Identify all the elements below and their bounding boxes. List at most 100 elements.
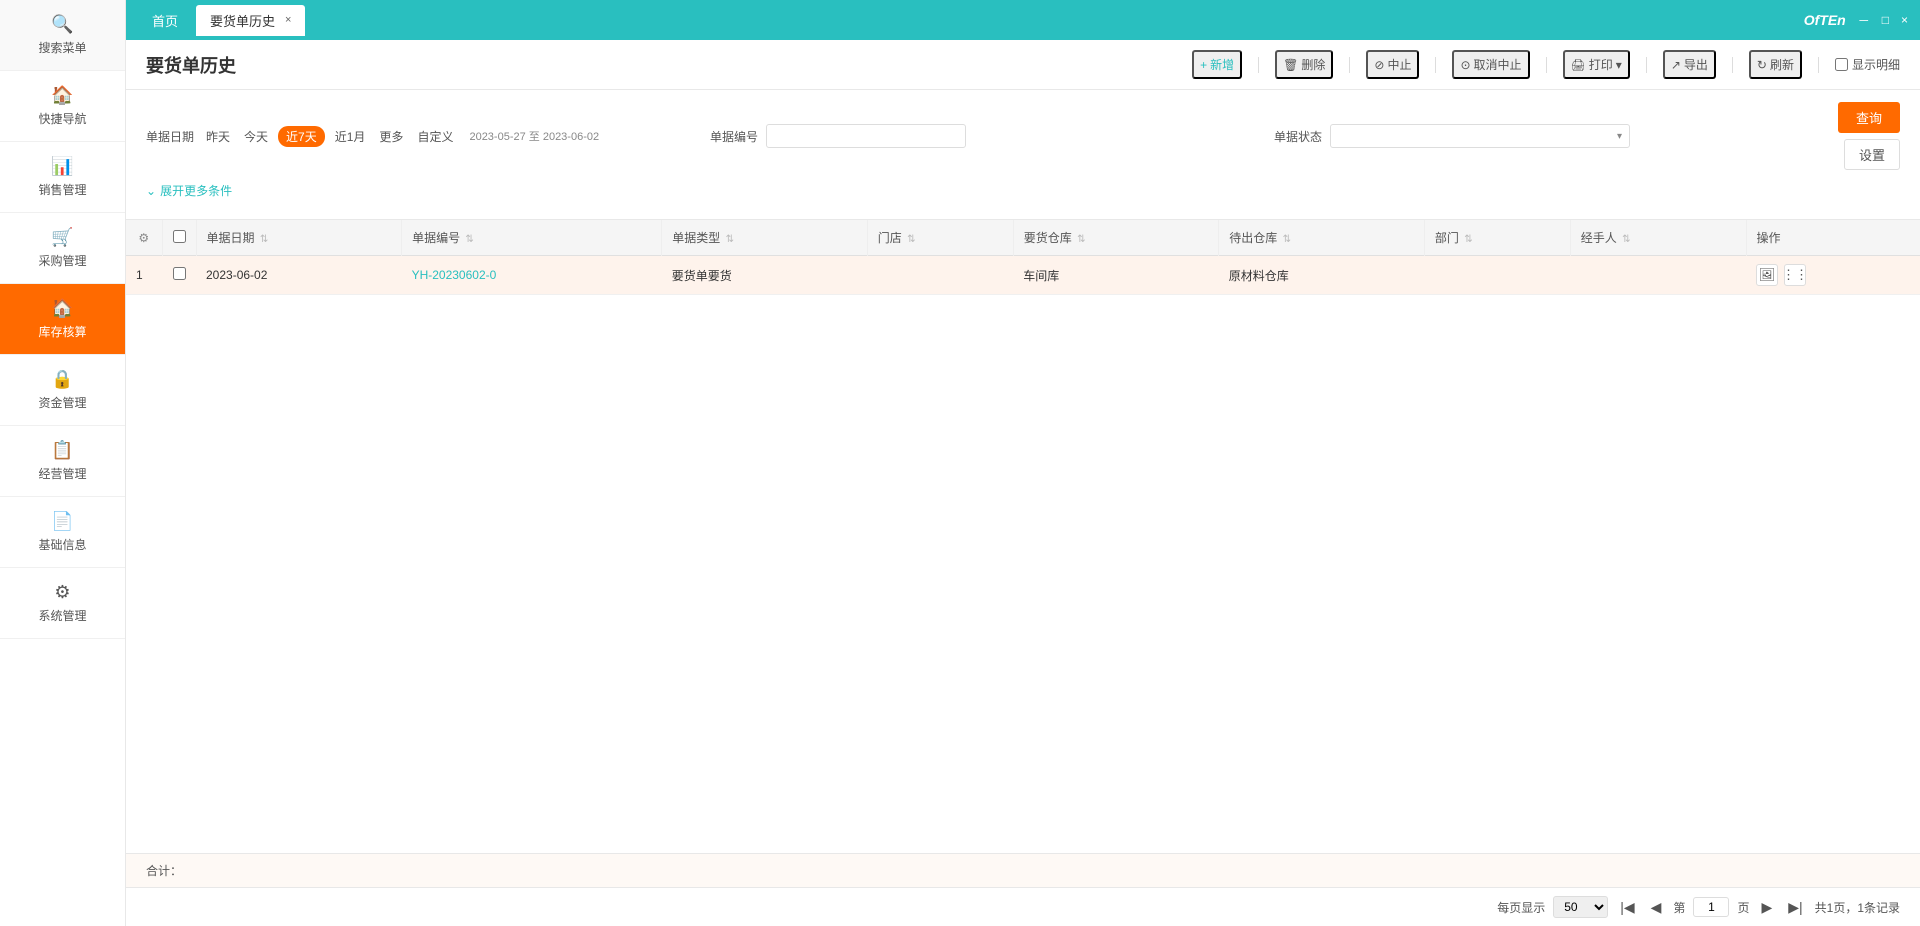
row-index: 1	[126, 256, 162, 295]
th-operations: 操作	[1746, 220, 1920, 256]
sort-icon-handler[interactable]: ⇅	[1622, 234, 1630, 245]
table-settings-th[interactable]: ⚙	[126, 220, 162, 256]
print-button[interactable]: 🖨 打印 ▾	[1563, 50, 1630, 79]
th-department-label: 部门	[1435, 231, 1459, 245]
sidebar-item-label: 经营管理	[38, 465, 86, 482]
row-doc-date: 2023-06-02	[196, 256, 402, 295]
cancel-stop-button[interactable]: ⊙ 取消中止	[1452, 50, 1529, 79]
status-select[interactable]	[1330, 124, 1630, 148]
export-icon: ↗	[1671, 58, 1681, 72]
last-page-btn[interactable]: ▶|	[1784, 897, 1806, 918]
print-icon: 🖨	[1571, 58, 1586, 72]
restore-btn[interactable]: □	[1882, 13, 1889, 27]
sidebar-item-basic-info[interactable]: 📄 基础信息	[0, 497, 125, 568]
date-shortcut-more[interactable]: 更多	[375, 126, 407, 147]
stop-button[interactable]: ⊘ 中止	[1366, 50, 1419, 79]
filter-actions: 查询 设置	[1838, 102, 1900, 170]
sort-icon-req-warehouse[interactable]: ⇅	[1077, 234, 1085, 245]
status-filter-label: 单据状态	[1274, 128, 1322, 145]
show-detail-checkbox[interactable]: 显示明细	[1835, 56, 1900, 73]
page-input[interactable]	[1693, 897, 1729, 917]
filter-row-1: 单据日期 昨天 今天 近7天 近1月 更多 自定义 2023-05-27 至 2…	[146, 102, 1900, 170]
tab-requisition-label: 要货单历史	[210, 11, 275, 30]
sidebar-item-inventory[interactable]: 🏠 库存核算	[0, 284, 125, 355]
settings-button[interactable]: 设置	[1844, 139, 1900, 170]
next-page-btn[interactable]: ▶	[1757, 897, 1776, 918]
search-icon: 🔍	[51, 14, 73, 35]
tab-home-label: 首页	[152, 11, 178, 30]
refresh-button[interactable]: ↻ 刷新	[1749, 50, 1802, 79]
per-page-select[interactable]: 50 100	[1553, 896, 1608, 918]
filter-expand-row: ⌄ 展开更多条件	[146, 178, 1900, 203]
table-row: 1 2023-06-02 YH-20230602-0 要货单要货 车间库 原材料…	[126, 256, 1920, 295]
first-page-btn[interactable]: |◀	[1616, 897, 1638, 918]
select-all-checkbox[interactable]	[173, 230, 186, 243]
th-handler: 经手人 ⇅	[1570, 220, 1746, 256]
close-btn[interactable]: ×	[1901, 13, 1908, 27]
th-req-warehouse-label: 要货仓库	[1024, 231, 1072, 245]
sidebar-item-search[interactable]: 🔍 搜索菜单	[0, 0, 125, 71]
status-filter-group: 单据状态 ▾	[1274, 124, 1818, 148]
date-shortcut-1month[interactable]: 近1月	[331, 126, 370, 147]
goto-label: 第	[1673, 899, 1685, 916]
row-doc-no: YH-20230602-0	[402, 256, 662, 295]
sort-icon-store[interactable]: ⇅	[907, 234, 915, 245]
prev-page-btn[interactable]: ◀	[1647, 897, 1666, 918]
row-view-btn[interactable]: 🖼	[1756, 264, 1778, 286]
sidebar-item-quick-nav[interactable]: 🏠 快捷导航	[0, 71, 125, 142]
row-more-btn[interactable]: ⋮⋮	[1784, 264, 1806, 286]
data-table: ⚙ 单据日期 ⇅ 单据编号 ⇅ 单据类型 ⇅	[126, 220, 1920, 295]
minimize-btn[interactable]: －	[1858, 12, 1870, 29]
date-shortcut-7days[interactable]: 近7天	[278, 126, 325, 147]
new-label: 新增	[1210, 56, 1234, 73]
date-filter-group: 单据日期 昨天 今天 近7天 近1月 更多 自定义 2023-05-27 至 2…	[146, 126, 690, 147]
docno-filter-label: 单据编号	[710, 128, 758, 145]
page-header: 要货单历史 + 新增 🗑 删除 ⊘ 中止 ⊙ 取消中止 🖨	[126, 40, 1920, 90]
sidebar-item-system[interactable]: ⚙ 系统管理	[0, 568, 125, 639]
gear-icon: ⚙	[54, 582, 70, 603]
sort-icon-pending-warehouse[interactable]: ⇅	[1283, 234, 1291, 245]
sort-icon-doc-no[interactable]: ⇅	[465, 234, 473, 245]
sidebar-item-finance[interactable]: 🔒 资金管理	[0, 355, 125, 426]
tab-close-icon[interactable]: ×	[285, 14, 291, 26]
th-req-warehouse: 要货仓库 ⇅	[1013, 220, 1219, 256]
docno-input[interactable]	[766, 124, 966, 148]
row-operations: 🖼 ⋮⋮	[1746, 256, 1920, 295]
tab-requisition-history[interactable]: 要货单历史 ×	[196, 5, 305, 36]
tab-home[interactable]: 首页	[138, 5, 192, 36]
export-button[interactable]: ↗ 导出	[1663, 50, 1716, 79]
sidebar-item-label: 搜索菜单	[38, 39, 86, 56]
divider	[1435, 57, 1436, 73]
sidebar-item-label: 快捷导航	[38, 110, 86, 127]
summary-label: 合计：	[146, 862, 182, 879]
divider	[1818, 57, 1819, 73]
sort-icon-department[interactable]: ⇅	[1464, 234, 1472, 245]
date-shortcut-today[interactable]: 今天	[240, 126, 272, 147]
sidebar-item-purchase[interactable]: 🛒 采购管理	[0, 213, 125, 284]
table-area: ⚙ 单据日期 ⇅ 单据编号 ⇅ 单据类型 ⇅	[126, 220, 1920, 853]
date-shortcut-yesterday[interactable]: 昨天	[202, 126, 234, 147]
query-button[interactable]: 查询	[1838, 102, 1900, 133]
date-shortcuts: 昨天 今天 近7天 近1月 更多 自定义	[202, 126, 457, 147]
date-shortcut-custom[interactable]: 自定义	[413, 126, 457, 147]
show-detail-input[interactable]	[1835, 58, 1848, 71]
total-records: 共1页，1条记录	[1815, 899, 1900, 916]
expand-more-btn[interactable]: ⌄ 展开更多条件	[146, 178, 232, 203]
delete-button[interactable]: 🗑 删除	[1275, 50, 1333, 79]
sidebar-item-sales[interactable]: 📊 销售管理	[0, 142, 125, 213]
th-store-label: 门店	[878, 231, 902, 245]
row-req-warehouse: 车间库	[1013, 256, 1219, 295]
date-range-display: 2023-05-27 至 2023-06-02	[469, 128, 599, 144]
filter-area: 单据日期 昨天 今天 近7天 近1月 更多 自定义 2023-05-27 至 2…	[126, 90, 1920, 220]
doc-no-link[interactable]: YH-20230602-0	[412, 268, 497, 282]
sidebar-item-operations[interactable]: 📋 经营管理	[0, 426, 125, 497]
row-checkbox[interactable]	[173, 267, 186, 280]
sort-icon-doc-type[interactable]: ⇅	[726, 234, 734, 245]
docno-filter-group: 单据编号	[710, 124, 1254, 148]
refresh-label: 刷新	[1770, 56, 1794, 73]
row-store	[867, 256, 1013, 295]
sort-icon-doc-date[interactable]: ⇅	[260, 234, 268, 245]
new-button[interactable]: + 新增	[1192, 50, 1242, 79]
expand-more-label: 展开更多条件	[160, 182, 232, 199]
inventory-icon: 🏠	[51, 298, 73, 319]
